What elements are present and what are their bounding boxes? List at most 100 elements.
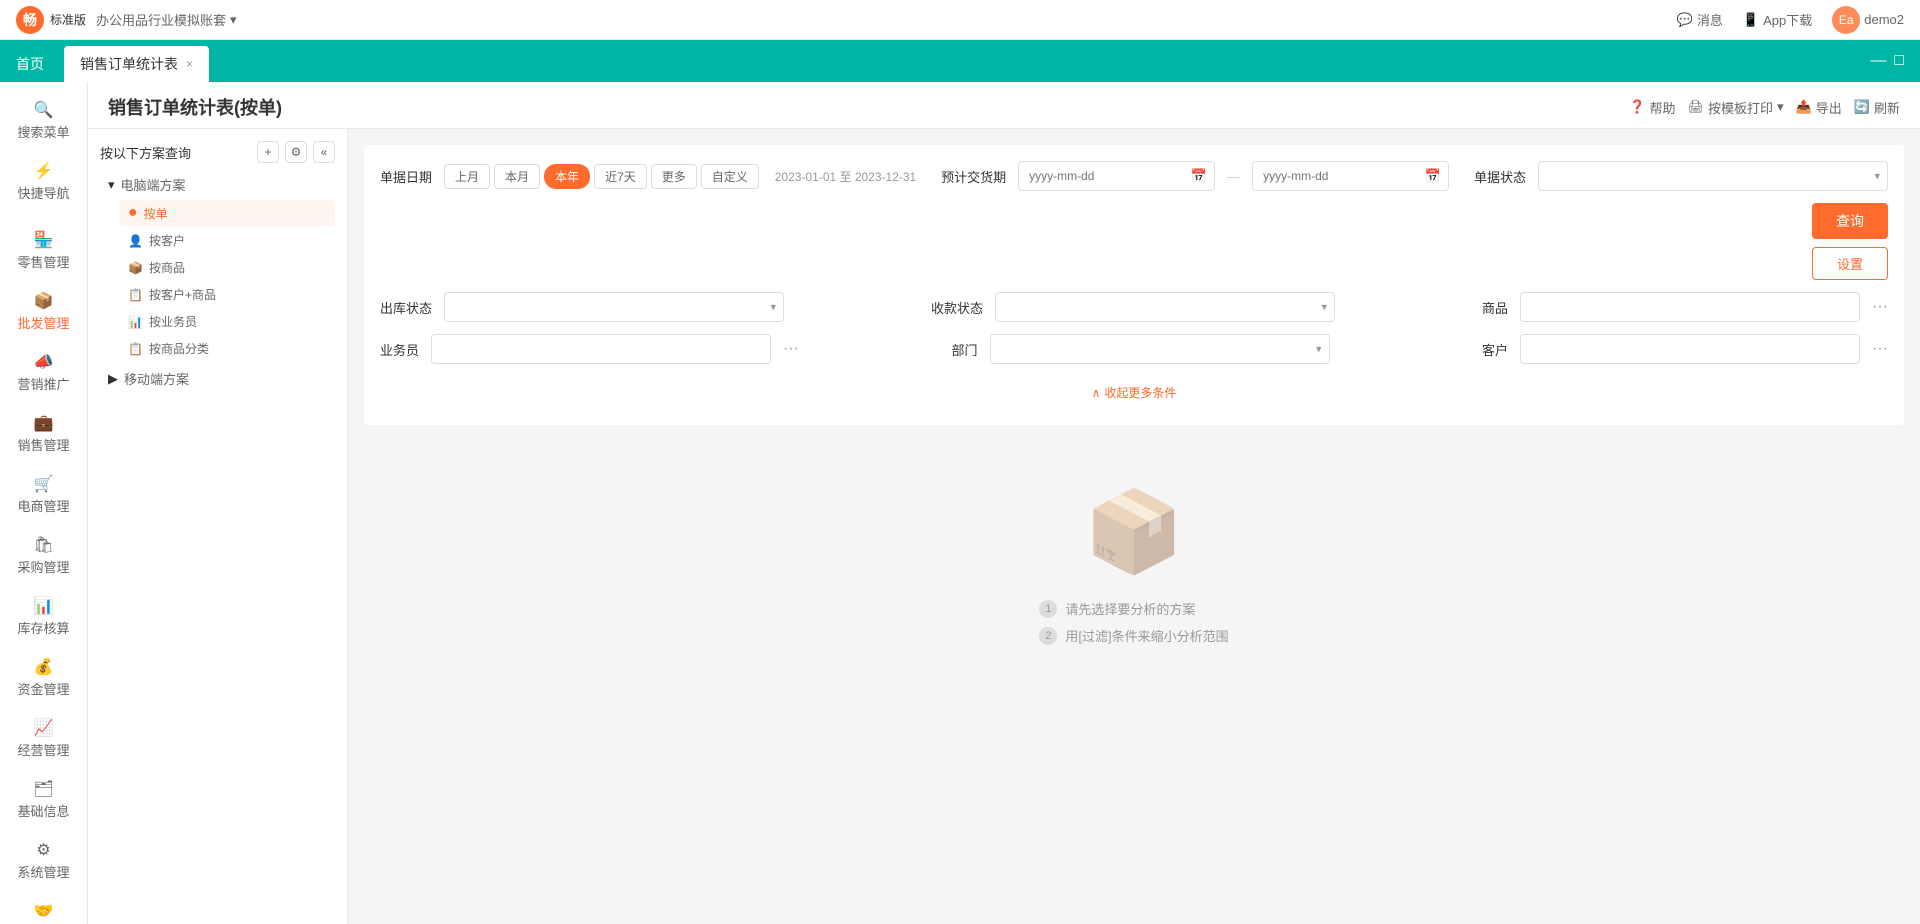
sidebar-item-quick-nav[interactable]: ⚡ 快捷导航 <box>0 151 87 212</box>
date-btn-this-month[interactable]: 本月 <box>494 164 540 189</box>
by-cg-label: 按客户+商品 <box>149 286 216 303</box>
date-btns: 上月 本月 本年 近7天 更多 自定义 <box>444 164 759 189</box>
sales-label: 业务员 <box>380 340 419 359</box>
by-customer-label: 按客户 <box>149 232 185 249</box>
sidebar-item-retail[interactable]: 🏪 零售管理 <box>0 220 87 281</box>
message-label: 消息 <box>1697 10 1723 29</box>
by-order-icon: ● <box>128 204 138 222</box>
sidebar-item-sys[interactable]: ⚙ 系统管理 <box>0 830 87 891</box>
marketing-icon: 📣 <box>34 352 54 372</box>
print-btn[interactable]: 🖨 按模板打印 ▾ <box>1688 98 1784 117</box>
sidebar: 🔍 搜索菜单 ⚡ 快捷导航 🏪 零售管理 📦 批发管理 📣 营销推广 💼 销售管… <box>0 82 88 924</box>
sidebar-item-wholesale[interactable]: 📦 批发管理 <box>0 281 87 342</box>
collapse-more-btn[interactable]: ∧ 收起更多条件 <box>380 376 1888 409</box>
date-from-wrap: 📅 <box>1018 161 1215 191</box>
date-btn-last-month[interactable]: 上月 <box>444 164 490 189</box>
out-status-label: 出库状态 <box>380 298 432 317</box>
help-btn[interactable]: ❓ 帮助 <box>1629 98 1675 117</box>
inner-layout: 按以下方案查询 + ⚙ « ▾ 电脑端方案 ● 按单 <box>88 129 1920 924</box>
tree-item-by-goods[interactable]: 📦 按商品 <box>120 255 335 280</box>
tip-text-1: 请先选择要分析的方案 <box>1065 599 1195 618</box>
tab-sales-order[interactable]: 销售订单统计表 × <box>64 46 209 82</box>
sidebar-item-marketing[interactable]: 📣 营销推广 <box>0 342 87 403</box>
message-btn[interactable]: 💬 消息 <box>1677 10 1723 29</box>
app-download-btn[interactable]: 📱 App下载 <box>1743 10 1812 29</box>
tree-arrow-mobile: ▶ <box>108 371 118 387</box>
date-btn-custom[interactable]: 自定义 <box>701 164 759 189</box>
page-actions: ❓ 帮助 🖨 按模板打印 ▾ 📤 导出 🔄 刷新 <box>1629 98 1900 117</box>
sidebar-item-purchase[interactable]: 🛍 采购管理 <box>0 525 87 586</box>
sidebar-item-enterprise[interactable]: 🤝 企业协同 <box>0 891 87 924</box>
tab-home[interactable]: 首页 <box>0 46 60 82</box>
print-label: 按模板打印 <box>1708 98 1773 117</box>
search-icon: 🔍 <box>34 100 54 120</box>
window-maximize-icon[interactable]: □ <box>1894 52 1904 70</box>
sidebar-item-inventory[interactable]: 📊 库存核算 <box>0 586 87 647</box>
tab-close-icon[interactable]: × <box>186 57 193 71</box>
sidebar-label-ecom: 电商管理 <box>17 496 69 515</box>
settings-button[interactable]: 设置 <box>1812 247 1888 280</box>
sidebar-label-biz: 经营管理 <box>17 740 69 759</box>
tree-sub-desktop: ● 按单 👤 按客户 📦 按商品 📋 按客户+商品 <box>100 200 335 361</box>
filter-section: 单据日期 上月 本月 本年 近7天 更多 自定义 2023-01-01 至 20… <box>364 145 1904 425</box>
sidebar-label-retail: 零售管理 <box>17 252 69 271</box>
sidebar-item-ecom[interactable]: 🛒 电商管理 <box>0 464 87 525</box>
sidebar-item-biz[interactable]: 📈 经营管理 <box>0 708 87 769</box>
left-panel-actions: + ⚙ « <box>257 141 335 163</box>
by-category-icon: 📋 <box>128 342 143 356</box>
sidebar-item-search-menu[interactable]: 🔍 搜索菜单 <box>0 90 87 151</box>
empty-state: 📦 1 请先选择要分析的方案 2 用[过滤]条件来缩小分析范围 <box>364 425 1904 705</box>
customer-dots[interactable]: ··· <box>1872 340 1888 358</box>
goods-dots[interactable]: ··· <box>1872 298 1888 316</box>
company-chevron: ▾ <box>230 12 237 28</box>
sales-input[interactable] <box>431 334 771 364</box>
date-from-input[interactable] <box>1018 161 1215 191</box>
company-name: 办公用品行业模拟账套 <box>96 10 226 29</box>
left-panel-title: 按以下方案查询 <box>100 143 191 162</box>
sidebar-item-sales[interactable]: 💼 销售管理 <box>0 403 87 464</box>
by-goods-label: 按商品 <box>149 259 185 276</box>
left-panel-collapse-btn[interactable]: « <box>313 141 335 163</box>
customer-input[interactable] <box>1520 334 1860 364</box>
goods-input[interactable] <box>1520 292 1860 322</box>
top-bar-right: 💬 消息 📱 App下载 Ea demo2 <box>1677 6 1904 34</box>
tree-section-mobile[interactable]: ▶ 移动端方案 <box>100 365 335 392</box>
user-profile[interactable]: Ea demo2 <box>1832 6 1904 34</box>
export-btn[interactable]: 📤 导出 <box>1796 98 1842 117</box>
print-chevron: ▾ <box>1777 99 1784 115</box>
sidebar-item-finance[interactable]: 💰 资金管理 <box>0 647 87 708</box>
window-minimize-icon[interactable]: — <box>1870 52 1886 70</box>
refresh-btn[interactable]: 🔄 刷新 <box>1854 98 1900 117</box>
date-btn-more[interactable]: 更多 <box>651 164 697 189</box>
biz-icon: 📈 <box>34 718 54 738</box>
sales-dots[interactable]: ··· <box>783 340 799 358</box>
left-panel-add-btn[interactable]: + <box>257 141 279 163</box>
status-label: 单据状态 <box>1474 167 1526 186</box>
export-label: 导出 <box>1816 98 1842 117</box>
help-icon: ❓ <box>1629 99 1645 115</box>
tree-item-by-category[interactable]: 📋 按商品分类 <box>120 336 335 361</box>
main-layout: 🔍 搜索菜单 ⚡ 快捷导航 🏪 零售管理 📦 批发管理 📣 营销推广 💼 销售管… <box>0 82 1920 924</box>
query-button[interactable]: 查询 <box>1812 203 1888 239</box>
tree-item-by-order[interactable]: ● 按单 <box>120 200 335 226</box>
message-icon: 💬 <box>1677 12 1693 28</box>
date-btn-last-7[interactable]: 近7天 <box>594 164 647 189</box>
receipt-status-select[interactable] <box>995 292 1335 322</box>
out-status-select[interactable] <box>444 292 784 322</box>
tree-item-by-customer-goods[interactable]: 📋 按客户+商品 <box>120 282 335 307</box>
by-cg-icon: 📋 <box>128 288 143 302</box>
left-panel-settings-btn[interactable]: ⚙ <box>285 141 307 163</box>
date-to-input[interactable] <box>1252 161 1449 191</box>
sidebar-item-basic[interactable]: 🗂 基础信息 <box>0 769 87 830</box>
tree-item-by-salesman[interactable]: 📊 按业务员 <box>120 309 335 334</box>
company-selector[interactable]: 办公用品行业模拟账套 ▾ <box>96 10 237 29</box>
dept-select[interactable] <box>990 334 1330 364</box>
receipt-status-wrap <box>995 292 1335 322</box>
by-order-label: 按单 <box>144 205 168 222</box>
date-range-text: 2023-01-01 至 2023-12-31 <box>775 168 916 185</box>
basic-icon: 🗂 <box>33 779 53 799</box>
tree-item-by-customer[interactable]: 👤 按客户 <box>120 228 335 253</box>
date-btn-this-year[interactable]: 本年 <box>544 164 590 189</box>
status-select[interactable] <box>1538 161 1888 191</box>
sidebar-label-wholesale: 批发管理 <box>17 313 69 332</box>
